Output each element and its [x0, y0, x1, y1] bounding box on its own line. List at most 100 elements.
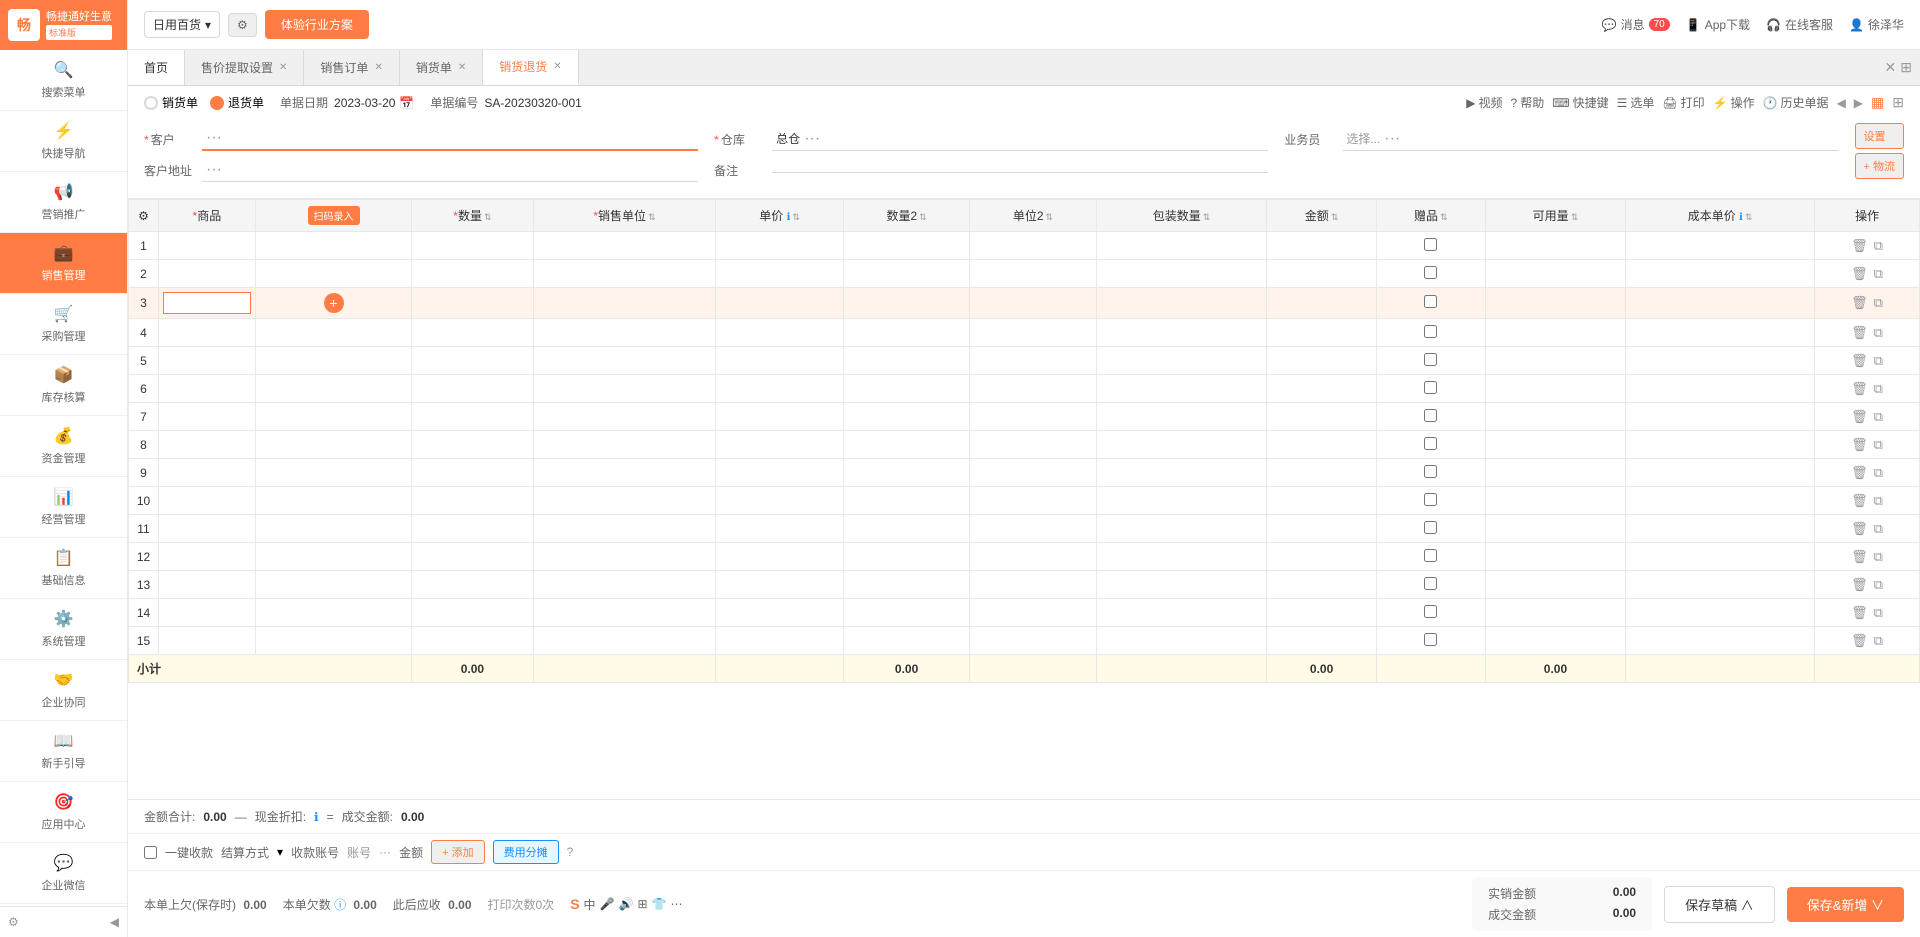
gift-checkbox[interactable]: [1424, 238, 1437, 251]
qty-cell[interactable]: [412, 319, 533, 347]
available-cell[interactable]: [1485, 232, 1625, 260]
cost-cell[interactable]: [1625, 543, 1814, 571]
user-avatar[interactable]: 👤 徐泽华: [1849, 16, 1904, 33]
price-cell[interactable]: [716, 627, 844, 655]
copy-icon[interactable]: ⧉: [1874, 577, 1883, 593]
price-cell[interactable]: [716, 347, 844, 375]
tab-sales-order[interactable]: 销售订单 ✕: [304, 50, 399, 85]
price-cell[interactable]: [716, 515, 844, 543]
delete-icon[interactable]: 🗑: [1851, 493, 1868, 509]
gift-cell[interactable]: [1376, 347, 1485, 375]
remark-input[interactable]: [772, 168, 1268, 173]
gift-cell[interactable]: [1376, 571, 1485, 599]
unit2-cell[interactable]: [970, 459, 1096, 487]
cost-cell[interactable]: [1625, 319, 1814, 347]
cost-cell[interactable]: [1625, 571, 1814, 599]
unit-cell[interactable]: [533, 431, 716, 459]
cost-cell[interactable]: [1625, 627, 1814, 655]
unit2-cell[interactable]: [970, 487, 1096, 515]
unit-cell[interactable]: [533, 319, 716, 347]
qty2-cell[interactable]: [843, 232, 969, 260]
delete-icon[interactable]: 🗑: [1851, 238, 1868, 254]
customer-input[interactable]: ···: [202, 127, 698, 151]
pkg_qty-cell[interactable]: [1096, 260, 1267, 288]
delete-icon[interactable]: 🗑: [1851, 266, 1868, 282]
delete-icon[interactable]: 🗑: [1851, 577, 1868, 593]
delete-icon[interactable]: 🗑: [1851, 325, 1868, 341]
product-cell[interactable]: [159, 459, 256, 487]
gift-checkbox[interactable]: [1424, 465, 1437, 478]
available-cell[interactable]: [1485, 288, 1625, 319]
product-cell[interactable]: [159, 515, 256, 543]
qty2-cell[interactable]: [843, 319, 969, 347]
unit-cell[interactable]: [533, 599, 716, 627]
unit2-cell[interactable]: [970, 375, 1096, 403]
amount-cell[interactable]: [1267, 543, 1376, 571]
unit2-cell[interactable]: [970, 319, 1096, 347]
sidebar-item-finance[interactable]: 💰 资金管理: [0, 416, 127, 477]
price-cell[interactable]: [716, 459, 844, 487]
copy-icon[interactable]: ⧉: [1874, 549, 1883, 565]
help-btn[interactable]: ? 帮助: [1511, 94, 1545, 111]
add-row-btn[interactable]: +: [324, 293, 344, 313]
copy-icon[interactable]: ⧉: [1874, 266, 1883, 282]
copy-icon[interactable]: ⧉: [1874, 295, 1883, 311]
gift-checkbox[interactable]: [1424, 577, 1437, 590]
qty-cell[interactable]: [412, 543, 533, 571]
available-cell[interactable]: [1485, 571, 1625, 599]
qty2-cell[interactable]: [843, 599, 969, 627]
app-download-btn[interactable]: 📱 App下载: [1686, 16, 1750, 33]
industry-select[interactable]: 日用百货 ▾: [144, 11, 220, 38]
unit2-cell[interactable]: [970, 403, 1096, 431]
gift-checkbox[interactable]: [1424, 353, 1437, 366]
qty-cell[interactable]: [412, 431, 533, 459]
cost-cell[interactable]: [1625, 515, 1814, 543]
product-cell[interactable]: [159, 487, 256, 515]
qty-cell[interactable]: [412, 515, 533, 543]
copy-icon[interactable]: ⧉: [1874, 238, 1883, 254]
delete-icon[interactable]: 🗑: [1851, 633, 1868, 649]
sidebar-item-marketing[interactable]: 📢 营销推广: [0, 172, 127, 233]
pkg_qty-cell[interactable]: [1096, 431, 1267, 459]
add-row-cell[interactable]: [255, 515, 412, 543]
account-dots[interactable]: ···: [379, 845, 391, 859]
unit2-cell[interactable]: [970, 599, 1096, 627]
add-row-cell[interactable]: [255, 232, 412, 260]
copy-icon[interactable]: ⧉: [1874, 633, 1883, 649]
tab-close-icon[interactable]: ✕: [553, 61, 561, 72]
amount-cell[interactable]: [1267, 319, 1376, 347]
th-gear[interactable]: ⚙: [129, 200, 159, 232]
cost-cell[interactable]: [1625, 403, 1814, 431]
sidebar-item-appstore[interactable]: 🎯 应用中心: [0, 782, 127, 843]
qty-cell[interactable]: [412, 375, 533, 403]
product-cell[interactable]: [159, 232, 256, 260]
nav-prev-icon[interactable]: ◀: [1837, 96, 1846, 110]
pkg_qty-cell[interactable]: [1096, 403, 1267, 431]
cost-cell[interactable]: [1625, 288, 1814, 319]
gift-checkbox[interactable]: [1424, 381, 1437, 394]
available-cell[interactable]: [1485, 543, 1625, 571]
unit-cell[interactable]: [533, 487, 716, 515]
taskbar-icon2[interactable]: 🎤: [600, 897, 615, 911]
gift-cell[interactable]: [1376, 431, 1485, 459]
add-row-cell[interactable]: [255, 347, 412, 375]
gift-checkbox[interactable]: [1424, 295, 1437, 308]
taskbar-icon5[interactable]: 👕: [652, 897, 667, 911]
gift-cell[interactable]: [1376, 319, 1485, 347]
view-list-icon[interactable]: ▦: [1871, 94, 1884, 111]
unit-cell[interactable]: [533, 571, 716, 599]
add-row-cell[interactable]: [255, 543, 412, 571]
delete-icon[interactable]: 🗑: [1851, 465, 1868, 481]
salesperson-input[interactable]: 选择... ···: [1342, 128, 1838, 151]
sidebar-item-inventory[interactable]: 📦 库存核算: [0, 355, 127, 416]
gift-cell[interactable]: [1376, 543, 1485, 571]
unit-cell[interactable]: [533, 260, 716, 288]
tab-close-icon[interactable]: ✕: [374, 62, 382, 73]
price-cell[interactable]: [716, 260, 844, 288]
product-cell[interactable]: [159, 431, 256, 459]
add-row-cell[interactable]: [255, 431, 412, 459]
qty2-cell[interactable]: [843, 543, 969, 571]
product-cell[interactable]: [159, 347, 256, 375]
pkg_qty-cell[interactable]: [1096, 319, 1267, 347]
amount-cell[interactable]: [1267, 347, 1376, 375]
